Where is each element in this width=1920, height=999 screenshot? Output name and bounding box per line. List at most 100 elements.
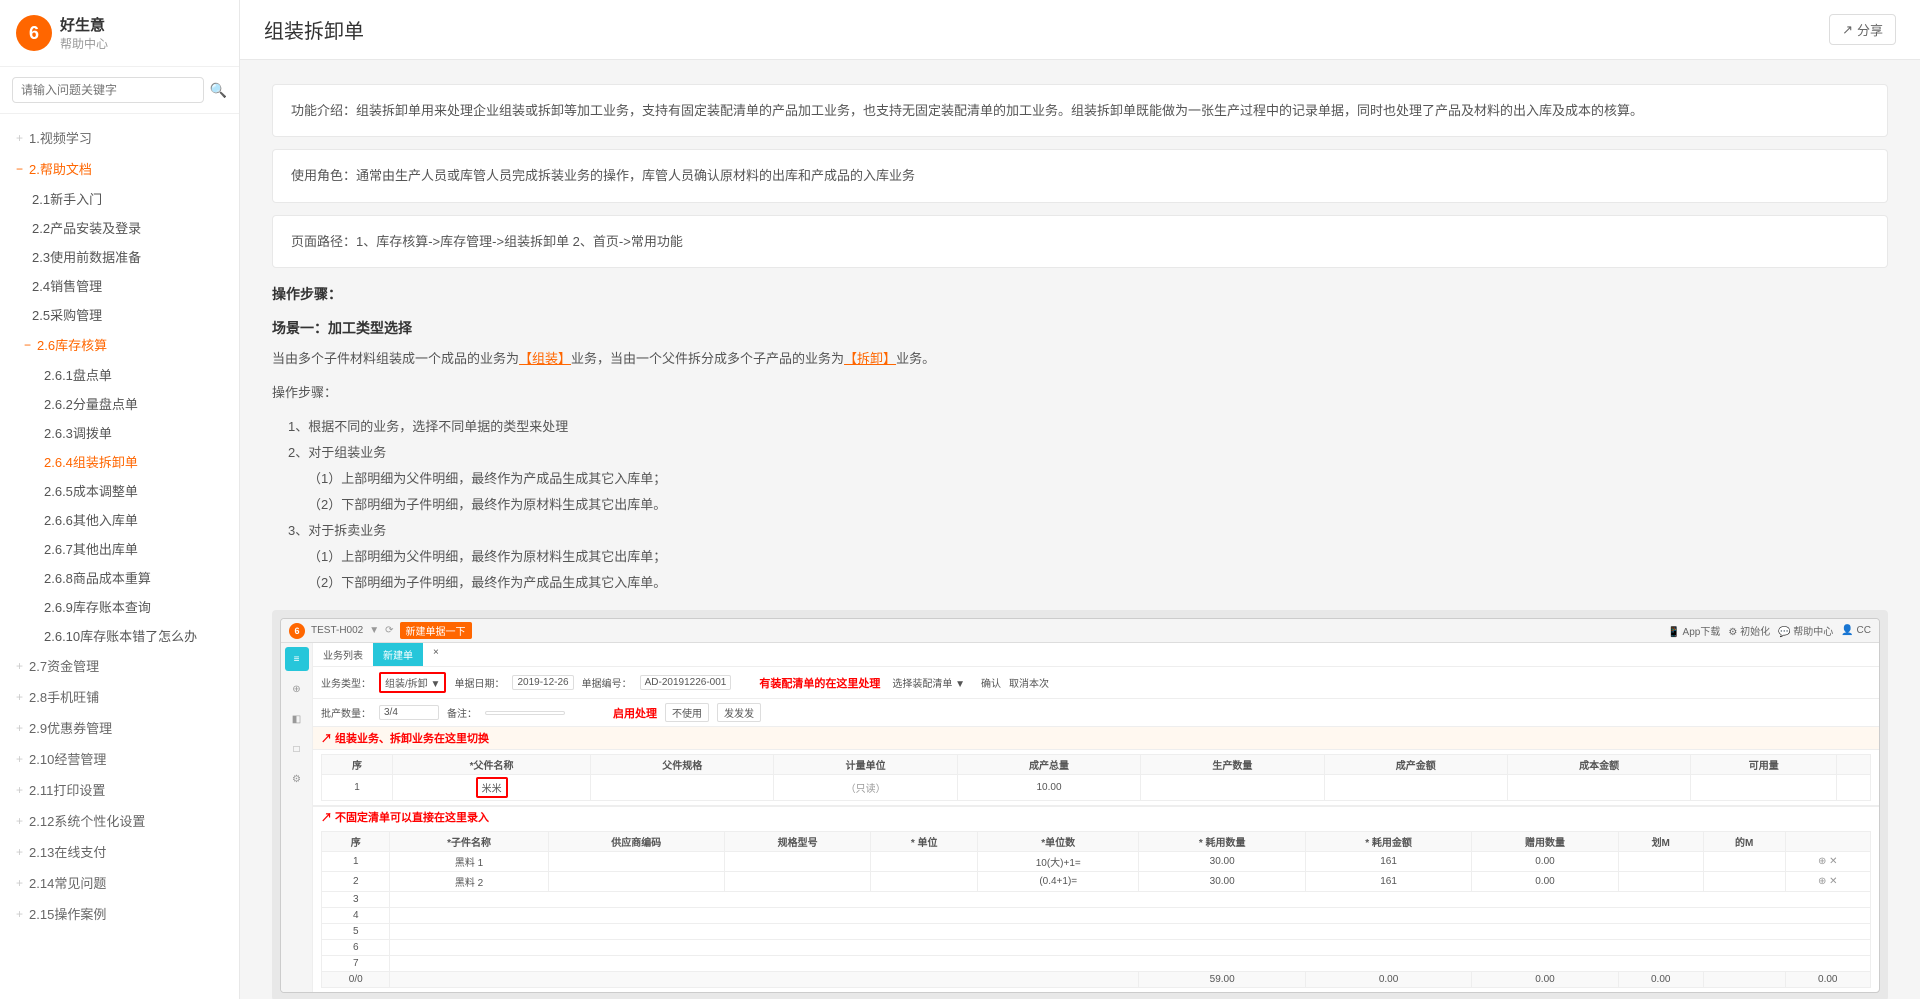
form-qty-value[interactable]: 3/4 xyxy=(379,705,439,720)
app-titlebar: 6 TEST-H002 ▼ ⟳ 新建单据一下 📱 App下载 ⚙ 初始化 💬 帮… xyxy=(281,619,1879,643)
app-nav-icon-5[interactable]: ⚙ xyxy=(285,767,309,791)
sidebar-label-2-15: 2.15操作案例 xyxy=(29,904,106,923)
sidebar-item-1[interactable]: + 1.视频学习 xyxy=(0,122,239,153)
row-del-1[interactable]: ✕ xyxy=(1829,856,1837,867)
form-btn-cancel2[interactable]: 取消本次 xyxy=(1009,675,1049,690)
annotation-3-label: 启用处理 xyxy=(613,705,657,721)
lcell-seq-1: 1 xyxy=(322,852,390,872)
share-button[interactable]: ↗ 分享 xyxy=(1829,14,1896,45)
form-remark-value[interactable] xyxy=(485,711,565,715)
form-label-date: 单据日期： xyxy=(454,675,504,690)
sidebar-item-2-6-3[interactable]: 2.6.3调拨单 xyxy=(0,418,239,447)
sidebar-label-2-8: 2.8手机旺铺 xyxy=(29,687,99,706)
search-icon[interactable]: 🔍 xyxy=(210,82,227,99)
footer-page: 0/0 xyxy=(322,972,390,988)
col-cost-amt: 成本金额 xyxy=(1507,755,1690,775)
sidebar-item-2-4[interactable]: 2.4销售管理 xyxy=(0,271,239,300)
sidebar-item-2-6-8[interactable]: 2.6.8商品成本重算 xyxy=(0,563,239,592)
col-total-qty: 成产总量 xyxy=(957,755,1140,775)
search-input[interactable] xyxy=(12,77,204,103)
form-label-remark: 备注： xyxy=(447,705,477,720)
annotation-1: 有装配清单的在这里处理 xyxy=(759,675,880,691)
form-label-qty: 批产数量： xyxy=(321,705,371,720)
lcol-child-name: *子件名称 xyxy=(390,832,548,852)
sidebar-item-2-5[interactable]: 2.5采购管理 xyxy=(0,300,239,329)
app-refresh-icon: ⟳ xyxy=(385,625,393,636)
sidebar-item-2-6-1[interactable]: 2.6.1盘点单 xyxy=(0,360,239,389)
row-del-2[interactable]: ✕ xyxy=(1829,876,1837,887)
row-copy-2[interactable]: ⊕ xyxy=(1818,876,1826,887)
sidebar-item-2-11[interactable]: + 2.11打印设置 xyxy=(0,774,239,805)
steps-title: 操作步骤： xyxy=(272,284,1888,304)
step-3-1: （1）上部明细为父件明细，最终作为原材料生成其它出库单； xyxy=(308,544,1888,570)
lcell-sc-1 xyxy=(548,852,724,872)
feature-text: 功能介绍：组装拆卸单用来处理企业组装或拆卸等加工业务，支持有固定装配清单的产品加… xyxy=(291,103,1643,118)
app-nav-icon-3[interactable]: ◧ xyxy=(285,707,309,731)
lcell-name-1: 黑料 1 xyxy=(390,852,548,872)
sidebar-item-2-8[interactable]: + 2.8手机旺铺 xyxy=(0,681,239,712)
sidebar-item-2-12[interactable]: + 2.12系统个性化设置 xyxy=(0,805,239,836)
sidebar-item-2-6-4[interactable]: 2.6.4组装拆卸单 xyxy=(0,447,239,476)
app-tab-list[interactable]: 业务列表 xyxy=(313,643,373,666)
lcol-ops xyxy=(1785,832,1871,852)
app-nav-icon-2[interactable]: ⊕ xyxy=(285,677,309,701)
form-enable-btn2[interactable]: 发发发 xyxy=(717,703,761,722)
feature-block: 功能介绍：组装拆卸单用来处理企业组装或拆卸等加工业务，支持有固定装配清单的产品加… xyxy=(272,84,1888,137)
sidebar-label-2-6: 2.6库存核算 xyxy=(37,335,107,354)
sidebar-item-2-1[interactable]: 2.1新手入门 xyxy=(0,184,239,213)
form-enable-btn[interactable]: 不使用 xyxy=(665,703,709,722)
logo-text-group: 好生意 帮助中心 xyxy=(60,14,108,52)
sidebar-item-2-2[interactable]: 2.2产品安装及登录 xyxy=(0,213,239,242)
sidebar-item-2-13[interactable]: + 2.13在线支付 xyxy=(0,836,239,867)
sidebar-item-2-9[interactable]: + 2.9优惠券管理 xyxy=(0,712,239,743)
sidebar-item-2-10[interactable]: + 2.10经营管理 xyxy=(0,743,239,774)
lcell-m2-1 xyxy=(1703,852,1785,872)
expand-icon-2: − xyxy=(16,162,23,176)
lcell-camt-1: 161 xyxy=(1305,852,1471,872)
logo-icon: 6 xyxy=(16,15,52,51)
sidebar-item-2-6-10[interactable]: 2.6.10库存账本错了怎么办 xyxy=(0,621,239,650)
lcell-uqty-2: (0.4+1)= xyxy=(977,872,1138,892)
cell-name-input-1[interactable]: 米米 xyxy=(476,777,508,798)
col-action xyxy=(1837,755,1871,775)
sidebar-item-2-6-5[interactable]: 2.6.5成本调整单 xyxy=(0,476,239,505)
lcell-gqty-2: 0.00 xyxy=(1472,872,1618,892)
lower-table-footer: 0/0 59.00 0.00 0.00 0.00 0.00 xyxy=(322,972,1871,988)
col-avail: 可用量 xyxy=(1691,755,1837,775)
app-nav-icon-4[interactable]: □ xyxy=(285,737,309,761)
lcol-consume-qty: * 耗用数量 xyxy=(1139,832,1305,852)
lcell-empty-5 xyxy=(390,924,1871,940)
sidebar-item-2-3[interactable]: 2.3使用前数据准备 xyxy=(0,242,239,271)
role-text: 使用角色：通常由生产人员或库管人员完成拆装业务的操作，库管人员确认原材料的出库和… xyxy=(291,168,915,183)
sidebar-item-2-6-9[interactable]: 2.6.9库存账本查询 xyxy=(0,592,239,621)
sidebar-item-2-14[interactable]: + 2.14常见问题 xyxy=(0,867,239,898)
share-icon: ↗ xyxy=(1842,22,1853,38)
lower-table-row-1: 1 黑料 1 10(大)+1= 30.00 161 0.00 xyxy=(322,852,1871,872)
path-block: 页面路径：1、库存核算->库存管理->组装拆卸单 2、首页->常用功能 xyxy=(272,215,1888,268)
form-type-select[interactable]: 组装/拆卸 ▼ xyxy=(379,672,446,693)
row-copy-1[interactable]: ⊕ xyxy=(1818,856,1826,867)
sidebar-item-2-7[interactable]: + 2.7资金管理 xyxy=(0,650,239,681)
sidebar-item-2-15[interactable]: + 2.15操作案例 xyxy=(0,898,239,929)
app-nav-icon-1[interactable]: ≡ xyxy=(285,647,309,671)
form-btn-confirm[interactable]: 确认 xyxy=(981,675,1001,690)
sidebar-item-2-6[interactable]: − 2.6库存核算 xyxy=(0,329,239,360)
page-title: 组装拆卸单 xyxy=(264,15,364,44)
sidebar-item-2-6-7[interactable]: 2.6.7其他出库单 xyxy=(0,534,239,563)
lcell-m2-2 xyxy=(1703,872,1785,892)
lcell-unit-1 xyxy=(871,852,978,872)
app-tab-close[interactable]: × xyxy=(423,643,449,666)
form-no-value[interactable]: AD-20191226-001 xyxy=(640,675,732,690)
sidebar-item-2-6-2[interactable]: 2.6.2分量盘点单 xyxy=(0,389,239,418)
lcol-consume-amt: * 耗用金额 xyxy=(1305,832,1471,852)
col-parent-name: *父件名称 xyxy=(393,755,591,775)
app-new-doc-btn[interactable]: 新建单据一下 xyxy=(400,622,472,639)
sidebar-label-2-13: 2.13在线支付 xyxy=(29,842,106,861)
sidebar-item-2[interactable]: − 2.帮助文档 xyxy=(0,153,239,184)
app-body: ≡ ⊕ ◧ □ ⚙ 业务列表 新建单 × xyxy=(281,643,1879,992)
app-settings-icon: ⚙ 初始化 xyxy=(1728,623,1770,638)
sidebar-item-2-6-6[interactable]: 2.6.6其他入库单 xyxy=(0,505,239,534)
app-tab-new[interactable]: 新建单 xyxy=(373,643,423,666)
app-left-nav: ≡ ⊕ ◧ □ ⚙ xyxy=(281,643,313,992)
form-date-value[interactable]: 2019-12-26 xyxy=(512,675,573,690)
